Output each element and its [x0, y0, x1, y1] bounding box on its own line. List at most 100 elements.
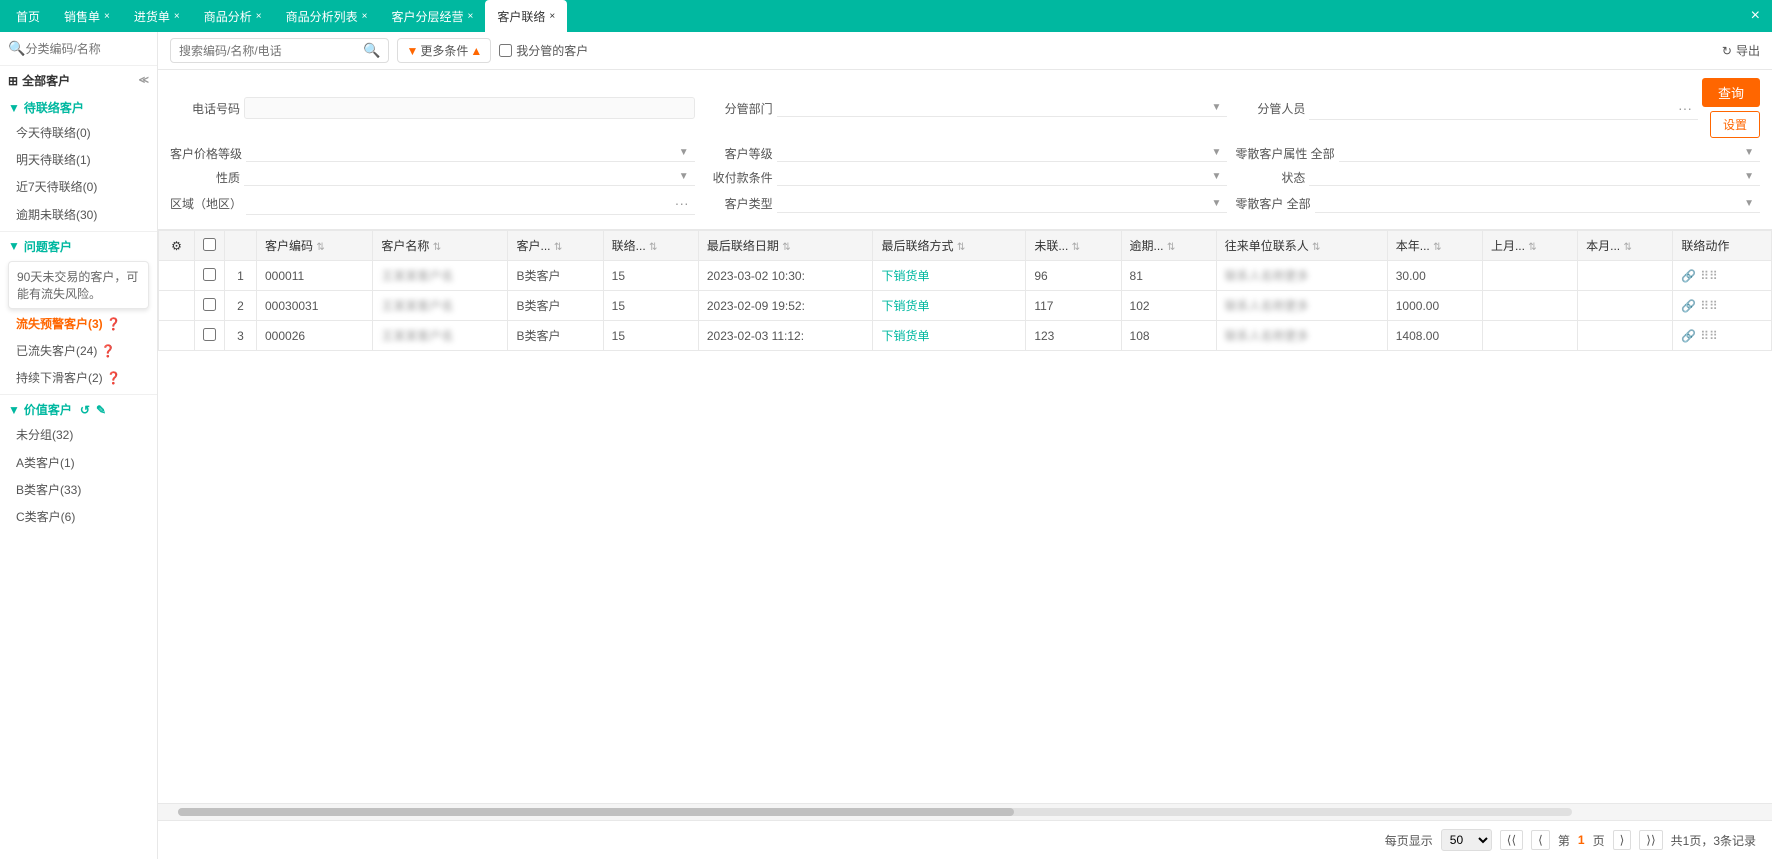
filter-phone-input[interactable]	[244, 97, 695, 119]
my-customers-check[interactable]	[499, 44, 512, 57]
sidebar-item-7days[interactable]: 近7天待联络(0)	[0, 174, 157, 201]
sidebar-group-problem[interactable]: ▼ 问题客户	[0, 234, 157, 259]
th-overdue[interactable]: 逾期... ⇅	[1121, 231, 1216, 261]
tab-purchase-close[interactable]: ×	[174, 11, 180, 22]
prev-page-button[interactable]: ⟨	[1531, 830, 1550, 850]
sidebar-item-class-b[interactable]: B类客户(33)	[0, 477, 157, 504]
th-customer-name[interactable]: 客户名称 ⇅	[373, 231, 508, 261]
select-all-checkbox[interactable]	[203, 238, 216, 251]
tab-sales[interactable]: 销售单 ×	[52, 0, 122, 32]
th-this-year[interactable]: 本年... ⇅	[1387, 231, 1482, 261]
filter-dept-select[interactable]: ▼	[777, 99, 1228, 117]
row-num: 1	[225, 261, 257, 291]
action-more-icon[interactable]: ⠿⠿	[1700, 329, 1718, 343]
filter-price-level-select[interactable]: ▼	[246, 144, 695, 162]
sidebar-all-customers[interactable]: ⊞ 全部客户 ≪	[0, 66, 157, 95]
th-contact-count[interactable]: 联络... ⇅	[603, 231, 698, 261]
filter-nature-select[interactable]: ▼	[244, 168, 695, 186]
filter-person-select[interactable]: ···	[1309, 97, 1698, 120]
tab-customer-contact-close[interactable]: ×	[549, 11, 555, 22]
row-actions[interactable]: 🔗 ⠿⠿	[1673, 261, 1772, 291]
tab-analysis-list[interactable]: 商品分析列表 ×	[274, 0, 380, 32]
sort-overdue-icon[interactable]: ⇅	[1167, 242, 1175, 253]
action-link-icon[interactable]: 🔗	[1681, 329, 1696, 343]
th-customer-type[interactable]: 客户... ⇅	[508, 231, 603, 261]
filter-status-select[interactable]: ▼	[1309, 168, 1760, 186]
sidebar-item-churned[interactable]: 已流失客户(24) ❓	[0, 338, 157, 365]
sidebar-item-tomorrow[interactable]: 明天待联络(1)	[0, 147, 157, 174]
tab-customer-tier[interactable]: 客户分层经营 ×	[379, 0, 485, 32]
filter-payment-select[interactable]: ▼	[777, 168, 1228, 186]
row-checkbox[interactable]	[195, 261, 225, 291]
sort-type-icon[interactable]: ⇅	[554, 242, 562, 253]
sidebar-item-overdue[interactable]: 逾期未联络(30)	[0, 202, 157, 229]
sidebar-item-class-c[interactable]: C类客户(6)	[0, 504, 157, 531]
tab-analysis-close[interactable]: ×	[256, 11, 262, 22]
row-last-method[interactable]: 下销货单	[873, 261, 1026, 291]
sort-last-month-icon[interactable]: ⇅	[1528, 242, 1536, 253]
row-actions[interactable]: 🔗 ⠿⠿	[1673, 291, 1772, 321]
tab-analysis[interactable]: 商品分析 ×	[192, 0, 274, 32]
first-page-button[interactable]: ⟨⟨	[1500, 830, 1523, 850]
sort-last-method-icon[interactable]: ⇅	[957, 242, 965, 253]
sort-name-icon[interactable]: ⇅	[433, 242, 441, 253]
row-checkbox[interactable]	[195, 291, 225, 321]
action-buttons: 查询 设置	[1702, 78, 1760, 138]
th-last-month[interactable]: 上月... ⇅	[1482, 231, 1577, 261]
th-this-month[interactable]: 本月... ⇅	[1578, 231, 1673, 261]
sort-last-date-icon[interactable]: ⇅	[782, 242, 790, 253]
th-last-method[interactable]: 最后联络方式 ⇅	[873, 231, 1026, 261]
tab-sales-close[interactable]: ×	[104, 11, 110, 22]
sort-contact-icon[interactable]: ⇅	[649, 242, 657, 253]
filter-search-icon[interactable]: 🔍	[363, 42, 380, 59]
filter-customer-level-select[interactable]: ▼	[777, 144, 1228, 162]
export-button[interactable]: ↻ 导出	[1722, 42, 1760, 59]
query-button[interactable]: 查询	[1702, 78, 1760, 107]
tab-customer-contact[interactable]: 客户联络 ×	[485, 0, 567, 32]
th-settings[interactable]: ⚙	[159, 231, 195, 261]
row-contact-person: 联系人名称更多	[1216, 261, 1387, 291]
row-last-method[interactable]: 下销货单	[873, 291, 1026, 321]
sort-this-year-icon[interactable]: ⇅	[1433, 242, 1441, 253]
sort-contact-person-icon[interactable]: ⇅	[1312, 242, 1320, 253]
th-customer-code[interactable]: 客户编码 ⇅	[257, 231, 373, 261]
tab-home[interactable]: 首页	[4, 0, 52, 32]
filter-scatter-attr-select[interactable]: ▼	[1339, 144, 1760, 162]
action-link-icon[interactable]: 🔗	[1681, 299, 1696, 313]
th-last-date[interactable]: 最后联络日期 ⇅	[698, 231, 873, 261]
row-checkbox[interactable]	[195, 321, 225, 351]
last-page-button[interactable]: ⟩⟩	[1639, 830, 1662, 850]
tab-analysis-list-close[interactable]: ×	[362, 11, 368, 22]
sort-this-month-icon[interactable]: ⇅	[1623, 242, 1631, 253]
action-more-icon[interactable]: ⠿⠿	[1700, 299, 1718, 313]
sidebar-item-declining[interactable]: 持续下滑客户(2) ❓	[0, 365, 157, 392]
tab-customer-tier-close[interactable]: ×	[467, 11, 473, 22]
sidebar-search-input[interactable]	[25, 42, 158, 56]
next-page-button[interactable]: ⟩	[1613, 830, 1632, 850]
sort-unlink-icon[interactable]: ⇅	[1072, 242, 1080, 253]
per-page-select[interactable]: 50 100	[1441, 829, 1492, 851]
action-link-icon[interactable]: 🔗	[1681, 269, 1696, 283]
sidebar-group-pending[interactable]: ▼ 待联络客户	[0, 95, 157, 120]
sidebar-group-value[interactable]: ▼ 价值客户 ↺ ✎	[0, 397, 157, 422]
window-close-icon[interactable]: ×	[1743, 7, 1768, 25]
sidebar-item-today[interactable]: 今天待联络(0)	[0, 120, 157, 147]
th-unlink-days[interactable]: 未联... ⇅	[1026, 231, 1121, 261]
row-actions[interactable]: 🔗 ⠿⠿	[1673, 321, 1772, 351]
sidebar-item-class-a[interactable]: A类客户(1)	[0, 450, 157, 477]
settings-button[interactable]: 设置	[1710, 111, 1760, 138]
th-checkbox[interactable]	[195, 231, 225, 261]
filter-more-conditions[interactable]: ▼ 更多条件 ▲	[397, 38, 491, 63]
filter-customer-type-select[interactable]: ▼	[777, 195, 1228, 213]
filter-scatter-customer-select[interactable]: ▼	[1315, 195, 1760, 213]
filter-search-input[interactable]	[179, 44, 359, 58]
sort-code-icon[interactable]: ⇅	[316, 242, 324, 253]
horizontal-scrollbar[interactable]	[158, 803, 1772, 820]
filter-region-select[interactable]: ···	[246, 192, 695, 215]
row-last-method[interactable]: 下销货单	[873, 321, 1026, 351]
sidebar-item-churn-warning[interactable]: 流失预警客户(3) ❓	[0, 311, 157, 338]
action-more-icon[interactable]: ⠿⠿	[1700, 269, 1718, 283]
sidebar-item-ungrouped[interactable]: 未分组(32)	[0, 422, 157, 449]
th-contact-person[interactable]: 往来单位联系人 ⇅	[1216, 231, 1387, 261]
tab-purchase[interactable]: 进货单 ×	[122, 0, 192, 32]
